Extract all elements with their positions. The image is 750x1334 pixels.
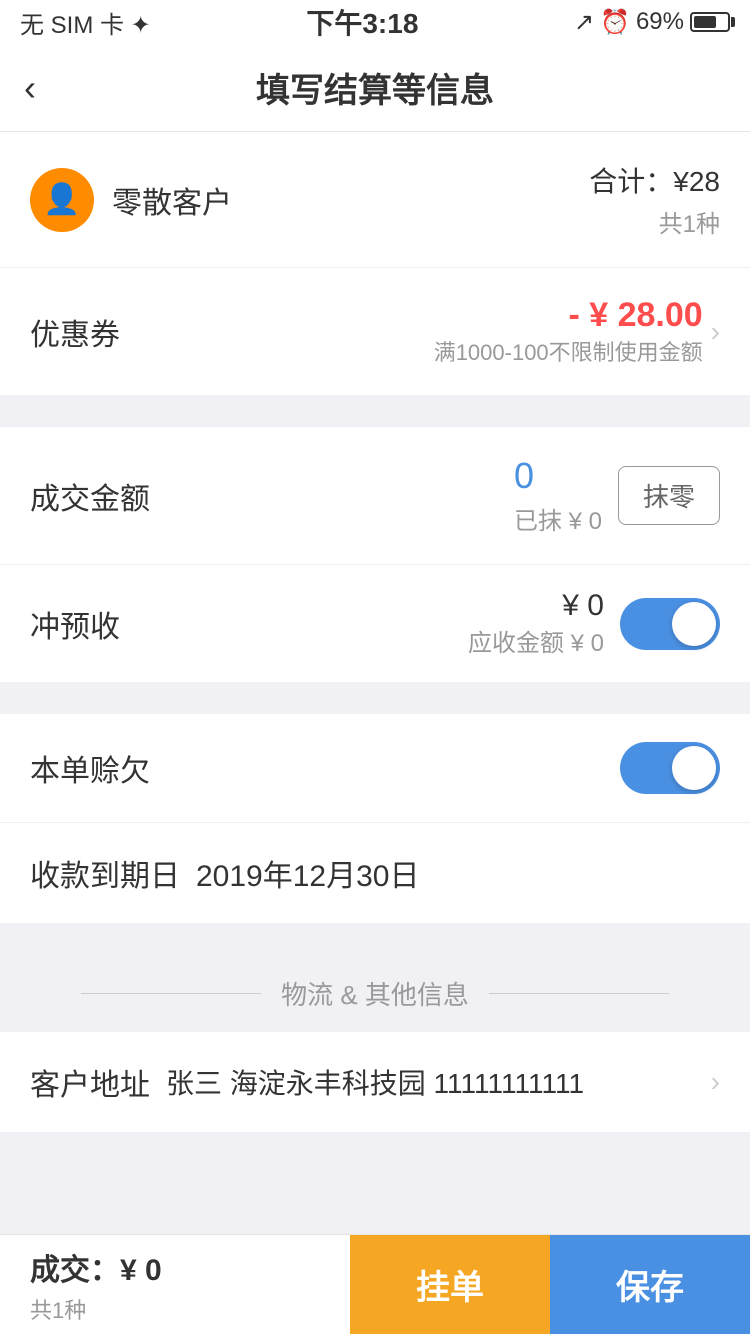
- customer-total: 合计：¥28 共1种: [589, 160, 720, 239]
- address-card: 客户地址 张三 海淀永丰科技园 11111111111 ›: [0, 1032, 750, 1132]
- logistics-label: 物流 & 其他信息: [281, 975, 469, 1012]
- section-divider-2: [0, 698, 750, 714]
- bottom-summary: 成交：¥ 0 共1种: [0, 1245, 350, 1325]
- transaction-label: 成交金额: [30, 474, 150, 518]
- precharge-row: 冲预收 ¥ 0 应收金额 ¥ 0: [0, 564, 750, 682]
- battery-fill: [694, 16, 716, 28]
- coupon-info: - ¥ 28.00 满1000-100不限制使用金额: [434, 296, 703, 367]
- debit-row: 本单赊欠: [0, 714, 750, 822]
- transaction-sub: 已抹 ¥ 0: [514, 501, 602, 536]
- hold-order-button[interactable]: 挂单: [350, 1235, 550, 1334]
- status-bar: 无 SIM 卡 ✦ 下午3:18 ↗ ⏰ 69%: [0, 0, 750, 44]
- due-date-label: 收款到期日: [30, 851, 180, 895]
- divider-line-left: [81, 993, 261, 994]
- debit-toggle-knob: [672, 746, 716, 790]
- transaction-row: 成交金额 0 已抹 ¥ 0 抹零: [0, 427, 750, 564]
- section-divider-3: [0, 939, 750, 955]
- logistics-section-header: 物流 & 其他信息: [0, 955, 750, 1032]
- coupon-description: 满1000-100不限制使用金额: [434, 335, 703, 367]
- status-right: ↗ ⏰ 69%: [574, 8, 730, 37]
- customer-card: 👤 零散客户 合计：¥28 共1种 优惠券 - ¥ 28.00 满1000-10…: [0, 132, 750, 395]
- battery-icon: [690, 12, 730, 32]
- transaction-right: 0 已抹 ¥ 0 抹零: [514, 455, 720, 536]
- coupon-label: 优惠券: [30, 310, 120, 354]
- deal-label: 成交：: [30, 1254, 120, 1287]
- no-sim-label: 无 SIM 卡 ✦: [20, 5, 151, 40]
- debit-label: 本单赊欠: [30, 746, 150, 790]
- precharge-toggle[interactable]: [620, 598, 720, 650]
- coupon-row[interactable]: 优惠券 - ¥ 28.00 满1000-100不限制使用金额 ›: [0, 267, 750, 395]
- customer-row: 👤 零散客户 合计：¥28 共1种: [0, 132, 750, 267]
- bottom-bar: 成交：¥ 0 共1种 挂单 保存: [0, 1234, 750, 1334]
- address-value: 张三 海淀永丰科技园 11111111111: [166, 1062, 695, 1102]
- due-date-row: 收款到期日 2019年12月30日: [0, 822, 750, 923]
- avatar-icon: 👤: [43, 182, 80, 217]
- precharge-right: ¥ 0 应收金额 ¥ 0: [468, 589, 720, 658]
- address-label: 客户地址: [30, 1060, 150, 1104]
- deal-amount: ¥ 0: [120, 1254, 162, 1287]
- status-left: 无 SIM 卡 ✦: [20, 5, 151, 40]
- customer-name: 零散客户: [112, 178, 232, 222]
- back-button[interactable]: ‹: [24, 67, 36, 109]
- precharge-main-value: ¥ 0: [468, 589, 604, 623]
- bottom-deal: 成交：¥ 0: [30, 1245, 320, 1289]
- logistics-divider: 物流 & 其他信息: [0, 975, 750, 1012]
- address-chevron-icon: ›: [711, 1066, 720, 1098]
- nav-bar: ‹ 填写结算等信息: [0, 44, 750, 132]
- customer-left: 👤 零散客户: [30, 168, 232, 232]
- chevron-right-icon: ›: [711, 316, 720, 348]
- precharge-label: 冲预收: [30, 602, 120, 646]
- due-date-value: 2019年12月30日: [196, 851, 419, 895]
- transaction-value: 0: [514, 455, 602, 497]
- avatar: 👤: [30, 168, 94, 232]
- round-zero-button[interactable]: 抹零: [618, 466, 720, 525]
- alarm-icon: ⏰: [600, 8, 630, 37]
- item-count: 共1种: [589, 204, 720, 239]
- total-amount: 合计：¥28: [589, 160, 720, 200]
- coupon-right: - ¥ 28.00 满1000-100不限制使用金额 ›: [434, 296, 720, 367]
- section-divider-1: [0, 411, 750, 427]
- page-title: 填写结算等信息: [256, 63, 494, 112]
- toggle-knob: [672, 602, 716, 646]
- location-icon: ↗: [574, 8, 594, 37]
- bottom-item-count: 共1种: [30, 1293, 320, 1325]
- divider-line-right: [489, 993, 669, 994]
- precharge-sub-value: 应收金额 ¥ 0: [468, 623, 604, 658]
- debit-card: 本单赊欠 收款到期日 2019年12月30日: [0, 714, 750, 923]
- save-button[interactable]: 保存: [550, 1235, 750, 1334]
- precharge-values: ¥ 0 应收金额 ¥ 0: [468, 589, 604, 658]
- coupon-amount: - ¥ 28.00: [434, 296, 703, 335]
- status-time: 下午3:18: [306, 2, 418, 42]
- transaction-value-group: 0 已抹 ¥ 0: [514, 455, 602, 536]
- address-row[interactable]: 客户地址 张三 海淀永丰科技园 11111111111 ›: [0, 1032, 750, 1132]
- debit-toggle[interactable]: [620, 742, 720, 794]
- transaction-card: 成交金额 0 已抹 ¥ 0 抹零 冲预收 ¥ 0 应收金额 ¥ 0: [0, 427, 750, 682]
- battery-percent: 69%: [636, 8, 684, 36]
